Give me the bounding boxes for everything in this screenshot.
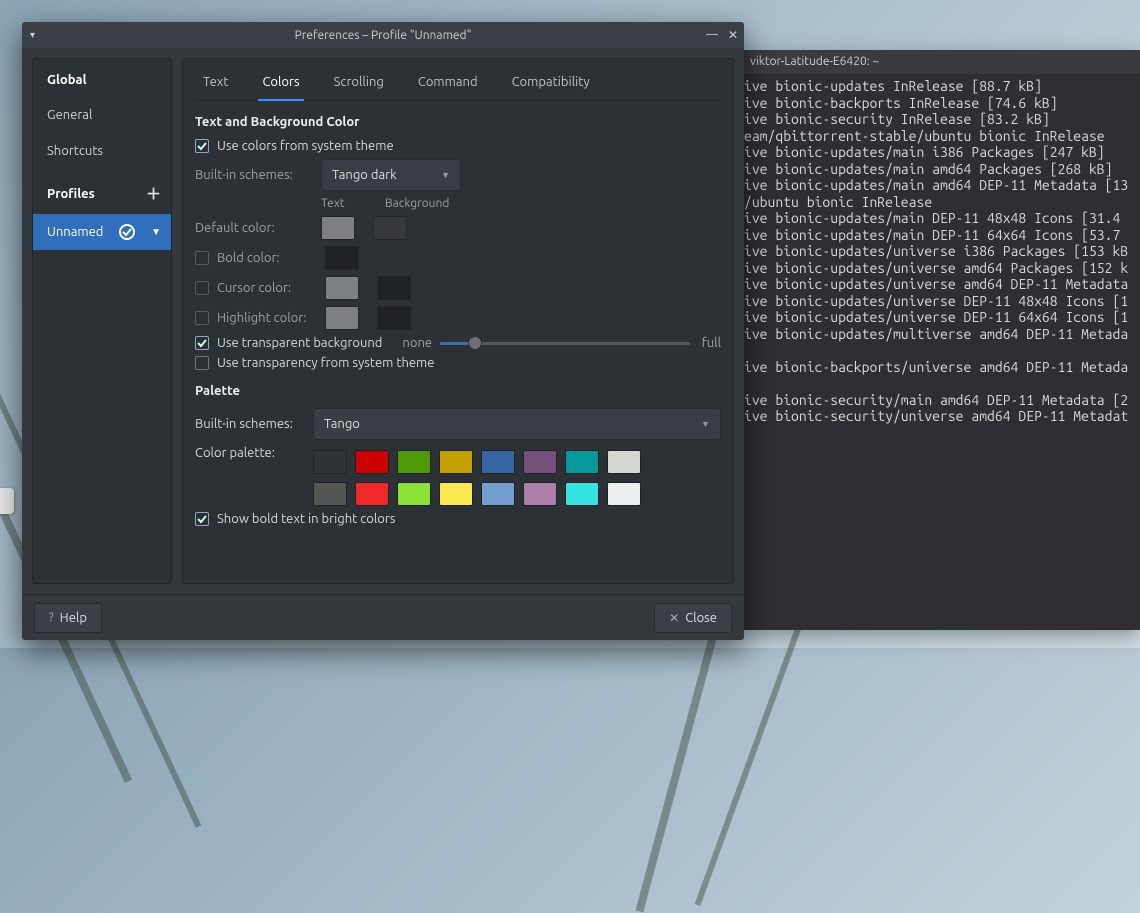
tab-compatibility[interactable]: Compatibility (508, 71, 594, 100)
palette-swatch-1-6[interactable] (565, 482, 599, 506)
slider-transparency[interactable] (440, 336, 690, 350)
sidebar-item-shortcuts[interactable]: Shortcuts (33, 133, 171, 169)
section-text-bg-heading: Text and Background Color (195, 115, 721, 129)
window-menu-icon[interactable]: ▾ (30, 29, 35, 41)
swatch-default-bg (373, 216, 407, 240)
sidebar: Global General Shortcuts Profiles ＋ Unna… (32, 58, 172, 584)
close-x-icon: ✕ (669, 611, 679, 625)
help-button[interactable]: ? Help (34, 603, 102, 633)
label-full: full (702, 336, 721, 350)
select-palette-scheme[interactable]: Tango ▼ (313, 408, 721, 440)
main-panel: TextColorsScrollingCommandCompatibility … (182, 58, 734, 584)
palette-swatch-1-5[interactable] (523, 482, 557, 506)
chevron-down-icon: ▼ (701, 419, 710, 429)
profile-default-icon (119, 224, 135, 240)
terminal-title: viktor-Latitude-E6420: ~ (742, 50, 1140, 74)
label-bold-color: Bold color: (217, 251, 317, 265)
minimize-icon[interactable]: — (706, 28, 718, 42)
label-show-bold-bright: Show bold text in bright colors (217, 512, 395, 526)
tab-colors[interactable]: Colors (258, 71, 303, 101)
palette-swatch-1-3[interactable] (439, 482, 473, 506)
sidebar-global-heading: Global (33, 59, 171, 97)
taskbar-peek (0, 488, 14, 514)
checkbox-cursor-color (195, 281, 209, 295)
chevron-down-icon: ▼ (441, 170, 450, 180)
sidebar-profiles-heading: Profiles (47, 187, 95, 201)
label-use-system-colors: Use colors from system theme (217, 139, 394, 153)
palette-swatch-0-0[interactable] (313, 450, 347, 474)
palette-swatch-1-7[interactable] (607, 482, 641, 506)
swatch-cursor-bg (377, 276, 411, 300)
label-transparent-bg: Use transparent background (217, 336, 382, 350)
terminal-output: ive bionic-updates InRelease [88.7 kB] i… (742, 74, 1140, 429)
palette-swatch-0-2[interactable] (397, 450, 431, 474)
close-button[interactable]: ✕ Close (654, 603, 732, 633)
palette-swatch-0-6[interactable] (565, 450, 599, 474)
tab-scrolling[interactable]: Scrolling (330, 71, 388, 100)
checkbox-bold-color (195, 251, 209, 265)
tab-text[interactable]: Text (199, 71, 232, 100)
sidebar-profile-unnamed[interactable]: Unnamed ▼ (33, 214, 171, 250)
checkbox-highlight-color (195, 311, 209, 325)
dialog-title-text: Preferences – Profile "Unnamed" (295, 29, 472, 42)
tabs: Text Colors Scrolling Command Compatibility (195, 59, 721, 101)
palette-swatch-0-7[interactable] (607, 450, 641, 474)
palette-swatch-1-1[interactable] (355, 482, 389, 506)
add-profile-icon[interactable]: ＋ (146, 183, 161, 204)
help-icon: ? (49, 611, 54, 624)
close-icon[interactable]: ✕ (728, 28, 738, 42)
palette-swatch-0-3[interactable] (439, 450, 473, 474)
palette-swatch-0-5[interactable] (523, 450, 557, 474)
palette-swatch-1-4[interactable] (481, 482, 515, 506)
label-color-palette: Color palette: (195, 446, 305, 460)
swatch-default-text (321, 216, 355, 240)
sidebar-item-general[interactable]: General (33, 97, 171, 133)
swatch-highlight-text (325, 306, 359, 330)
palette-swatch-0-1[interactable] (355, 450, 389, 474)
profile-menu-icon[interactable]: ▼ (151, 226, 161, 238)
checkbox-show-bold-bright[interactable] (195, 512, 209, 526)
swatch-highlight-bg (377, 306, 411, 330)
profile-name: Unnamed (47, 225, 103, 239)
label-palette-builtin: Built-in schemes: (195, 417, 305, 431)
select-builtin-scheme[interactable]: Tango dark ▼ (321, 159, 461, 191)
label-cursor-color: Cursor color: (217, 281, 317, 295)
dialog-titlebar: ▾ Preferences – Profile "Unnamed" — ✕ (22, 22, 744, 48)
label-builtin-schemes: Built-in schemes: (195, 168, 313, 182)
terminal-window: viktor-Latitude-E6420: ~ ive bionic-upda… (742, 50, 1140, 630)
checkbox-use-system-colors[interactable] (195, 139, 209, 153)
swatch-bold-text (325, 246, 359, 270)
palette-swatch-0-4[interactable] (481, 450, 515, 474)
palette-grid (313, 450, 641, 506)
col-bg: Background (385, 197, 449, 210)
palette-swatch-1-0[interactable] (313, 482, 347, 506)
label-none: none (402, 336, 432, 350)
label-transparency-theme: Use transparency from system theme (217, 356, 434, 370)
palette-swatch-1-2[interactable] (397, 482, 431, 506)
col-text: Text (321, 197, 361, 210)
tab-command[interactable]: Command (414, 71, 482, 100)
label-default-color: Default color: (195, 221, 313, 235)
checkbox-transparent-bg[interactable] (195, 336, 209, 350)
swatch-cursor-text (325, 276, 359, 300)
checkbox-transparency-theme[interactable] (195, 356, 209, 370)
label-highlight-color: Highlight color: (217, 311, 317, 325)
preferences-dialog: ▾ Preferences – Profile "Unnamed" — ✕ Gl… (22, 22, 744, 640)
section-palette-heading: Palette (195, 384, 721, 398)
